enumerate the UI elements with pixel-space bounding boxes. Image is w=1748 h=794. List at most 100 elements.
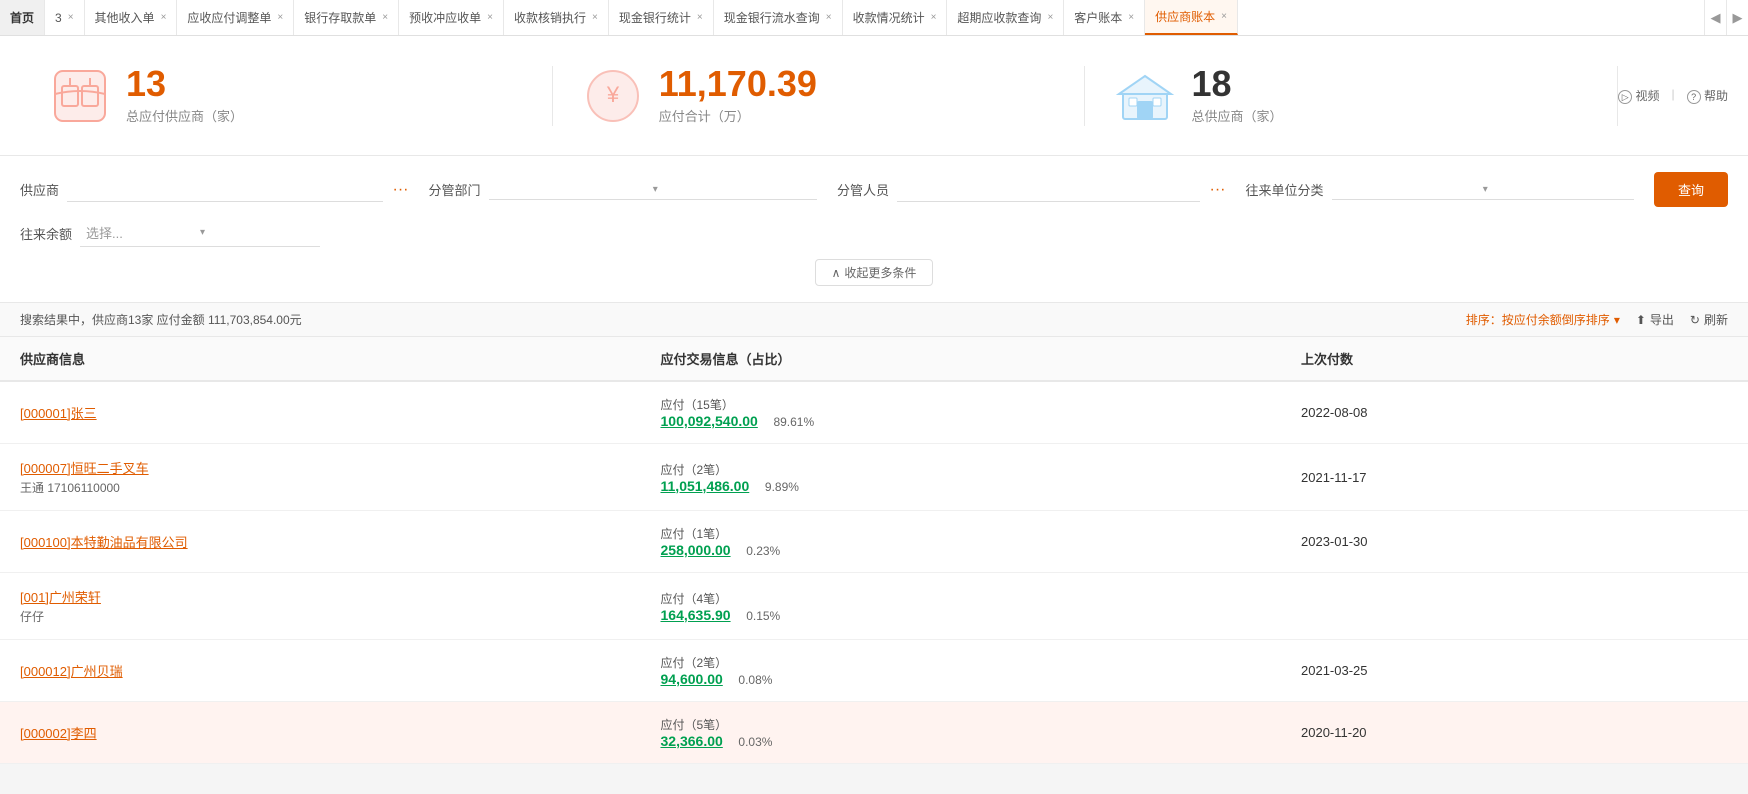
table-row: [000001]张三 应付（15笔） 100,092,540.00 89.61%… bbox=[0, 382, 1748, 444]
supplier-link[interactable]: [001]广州荣轩 bbox=[20, 587, 661, 606]
results-bar: 搜索结果中，供应商13家 应付金额 111,703,854.00元 排序：按应付… bbox=[0, 303, 1748, 337]
supplier-link[interactable]: [000002]李四 bbox=[20, 723, 661, 742]
supplier-link[interactable]: [000100]本特勤油品有限公司 bbox=[20, 532, 661, 551]
chevron-down-icon: ▾ bbox=[653, 184, 811, 195]
filter-row-2: 往来余额 选择... ▾ bbox=[20, 219, 1728, 247]
close-icon[interactable]: × bbox=[382, 12, 388, 23]
filter-unit-category: 往来单位分类 ▾ bbox=[1246, 180, 1635, 200]
trans-amount-link[interactable]: 258,000.00 bbox=[661, 542, 731, 558]
table-row: [001]广州荣轩 仔仔 应付（4笔） 164,635.90 0.15% bbox=[0, 573, 1748, 640]
nav-prev-button[interactable]: ◀ bbox=[1704, 0, 1726, 36]
filter-row-1: 供应商 ··· 分管部门 ▾ 分管人员 ··· 往来单位分类 ▾ 查询 bbox=[20, 172, 1728, 207]
nav-tab-ar-ap-adjust[interactable]: 应收应付调整单 × bbox=[177, 0, 294, 35]
close-icon[interactable]: × bbox=[592, 12, 598, 23]
trans-label: 应付（4笔） bbox=[661, 590, 1302, 607]
supplier-more-icon[interactable]: ··· bbox=[393, 181, 409, 199]
refresh-button[interactable]: ↻ 刷新 bbox=[1690, 311, 1728, 328]
close-icon[interactable]: × bbox=[277, 12, 283, 23]
nav-next-button[interactable]: ▶ bbox=[1726, 0, 1748, 36]
video-link[interactable]: ▷ 视频 bbox=[1618, 87, 1659, 105]
trans-label: 应付（5笔） bbox=[661, 716, 1302, 733]
table-container: 供应商信息 应付交易信息（占比） 上次付数 [000001]张三 应付（15笔）… bbox=[0, 337, 1748, 764]
trans-percent: 9.89% bbox=[765, 480, 799, 494]
stat-content-total-suppliers: 18 总供应商（家） bbox=[1191, 66, 1282, 125]
trans-percent: 0.23% bbox=[746, 544, 780, 558]
help-circle-icon: ? bbox=[1687, 90, 1701, 104]
supplier-cell: [000100]本特勤油品有限公司 bbox=[20, 532, 661, 551]
last-pay-date: 2021-03-25 bbox=[1301, 663, 1728, 678]
table-row: [000100]本特勤油品有限公司 应付（1笔） 258,000.00 0.23… bbox=[0, 511, 1748, 573]
filter-balance: 往来余额 选择... ▾ bbox=[20, 219, 320, 247]
nav-tab-home[interactable]: 首页 bbox=[0, 0, 45, 35]
close-icon[interactable]: × bbox=[68, 12, 74, 23]
close-icon[interactable]: × bbox=[826, 12, 832, 23]
nav-tab-supplier-ledger[interactable]: 供应商账本 × bbox=[1145, 0, 1238, 35]
transaction-cell: 应付（15笔） 100,092,540.00 89.61% bbox=[661, 396, 1302, 429]
help-link[interactable]: ? 帮助 bbox=[1687, 87, 1728, 104]
export-button[interactable]: ⬆ 导出 bbox=[1636, 311, 1674, 328]
supplier-link[interactable]: [000007]恒旺二手叉车 bbox=[20, 458, 661, 477]
results-summary: 搜索结果中，供应商13家 应付金额 111,703,854.00元 bbox=[20, 311, 302, 328]
search-button[interactable]: 查询 bbox=[1654, 172, 1728, 207]
nav-tab-3[interactable]: 3 × bbox=[45, 0, 85, 35]
trans-amount-link[interactable]: 32,366.00 bbox=[661, 733, 723, 749]
right-actions: 排序：按应付余额倒序排序 ▾ ⬆ 导出 ↻ 刷新 bbox=[1466, 311, 1728, 328]
nav-tab-cash-flow-query[interactable]: 现金银行流水查询 × bbox=[714, 0, 843, 35]
supplier-filter-input[interactable] bbox=[67, 178, 383, 202]
trans-percent: 0.03% bbox=[738, 735, 772, 749]
close-icon[interactable]: × bbox=[487, 12, 493, 23]
store-icon bbox=[1115, 66, 1175, 126]
transaction-cell: 应付（1笔） 258,000.00 0.23% bbox=[661, 525, 1302, 558]
filter-supplier: 供应商 ··· bbox=[20, 178, 409, 202]
supplier-cell: [000012]广州贝瑞 bbox=[20, 661, 661, 680]
trans-label: 应付（2笔） bbox=[661, 461, 1302, 478]
trans-amount-link[interactable]: 164,635.90 bbox=[661, 607, 731, 623]
top-right-links: ▷ 视频 | ? 帮助 bbox=[1618, 87, 1728, 105]
ap-supplier-label: 总应付供应商（家） bbox=[126, 106, 243, 125]
unit-category-filter-label: 往来单位分类 bbox=[1246, 180, 1324, 199]
transaction-cell: 应付（2笔） 11,051,486.00 9.89% bbox=[661, 461, 1302, 494]
close-icon[interactable]: × bbox=[697, 12, 703, 23]
table-row: [000012]广州贝瑞 应付（2笔） 94,600.00 0.08% 2021… bbox=[0, 640, 1748, 702]
nav-arrows: ◀ ▶ bbox=[1704, 0, 1748, 36]
person-filter-label: 分管人员 bbox=[837, 180, 889, 199]
balance-filter-select[interactable]: 选择... ▾ bbox=[80, 219, 320, 247]
nav-tab-receipt-stat[interactable]: 收款情况统计 × bbox=[843, 0, 948, 35]
close-icon[interactable]: × bbox=[1221, 11, 1227, 22]
stat-content-ap-total: 11,170.39 应付合计（万） bbox=[659, 66, 817, 125]
chevron-down-icon: ▾ bbox=[200, 227, 314, 238]
transaction-cell: 应付（5笔） 32,366.00 0.03% bbox=[661, 716, 1302, 749]
collapse-bar: ∧ 收起更多条件 bbox=[20, 259, 1728, 286]
supplier-icon bbox=[50, 66, 110, 126]
supplier-filter-label: 供应商 bbox=[20, 180, 59, 199]
nav-tab-prepay-ar[interactable]: 预收冲应收单 × bbox=[399, 0, 504, 35]
person-more-icon[interactable]: ··· bbox=[1210, 181, 1226, 199]
close-icon[interactable]: × bbox=[1047, 12, 1053, 23]
refresh-icon: ↻ bbox=[1690, 313, 1700, 327]
supplier-link[interactable]: [000012]广州贝瑞 bbox=[20, 661, 661, 680]
stat-card-total-suppliers: 18 总供应商（家） bbox=[1085, 66, 1618, 126]
close-icon[interactable]: × bbox=[1128, 12, 1134, 23]
unit-category-filter-select[interactable]: ▾ bbox=[1332, 180, 1634, 200]
filter-department: 分管部门 ▾ bbox=[429, 180, 818, 200]
supplier-cell: [000001]张三 bbox=[20, 403, 661, 422]
header-stats: 13 总应付供应商（家） ¥ 11,170.39 应付合计（万） bbox=[0, 36, 1748, 156]
nav-tab-other-income[interactable]: 其他收入单 × bbox=[85, 0, 178, 35]
nav-tab-cash-bank-stat[interactable]: 现金银行统计 × bbox=[609, 0, 714, 35]
trans-amount-link[interactable]: 11,051,486.00 bbox=[661, 478, 750, 494]
collapse-button[interactable]: ∧ 收起更多条件 bbox=[815, 259, 934, 286]
nav-tab-bank-deposit[interactable]: 银行存取款单 × bbox=[294, 0, 399, 35]
supplier-cell: [000002]李四 bbox=[20, 723, 661, 742]
sort-dropdown[interactable]: 排序：按应付余额倒序排序 ▾ bbox=[1466, 311, 1620, 328]
close-icon[interactable]: × bbox=[931, 12, 937, 23]
department-filter-select[interactable]: ▾ bbox=[489, 180, 817, 200]
nav-tab-receipt-verify[interactable]: 收款核销执行 × bbox=[504, 0, 609, 35]
trans-amount-link[interactable]: 100,092,540.00 bbox=[661, 413, 758, 429]
supplier-link[interactable]: [000001]张三 bbox=[20, 403, 661, 422]
trans-amount-link[interactable]: 94,600.00 bbox=[661, 671, 723, 687]
person-filter-input[interactable] bbox=[897, 178, 1200, 202]
close-icon[interactable]: × bbox=[161, 12, 167, 23]
nav-tab-overdue-ar[interactable]: 超期应收款查询 × bbox=[947, 0, 1064, 35]
nav-tab-customer-ledger[interactable]: 客户账本 × bbox=[1064, 0, 1145, 35]
search-section: 供应商 ··· 分管部门 ▾ 分管人员 ··· 往来单位分类 ▾ 查询 往来 bbox=[0, 156, 1748, 303]
